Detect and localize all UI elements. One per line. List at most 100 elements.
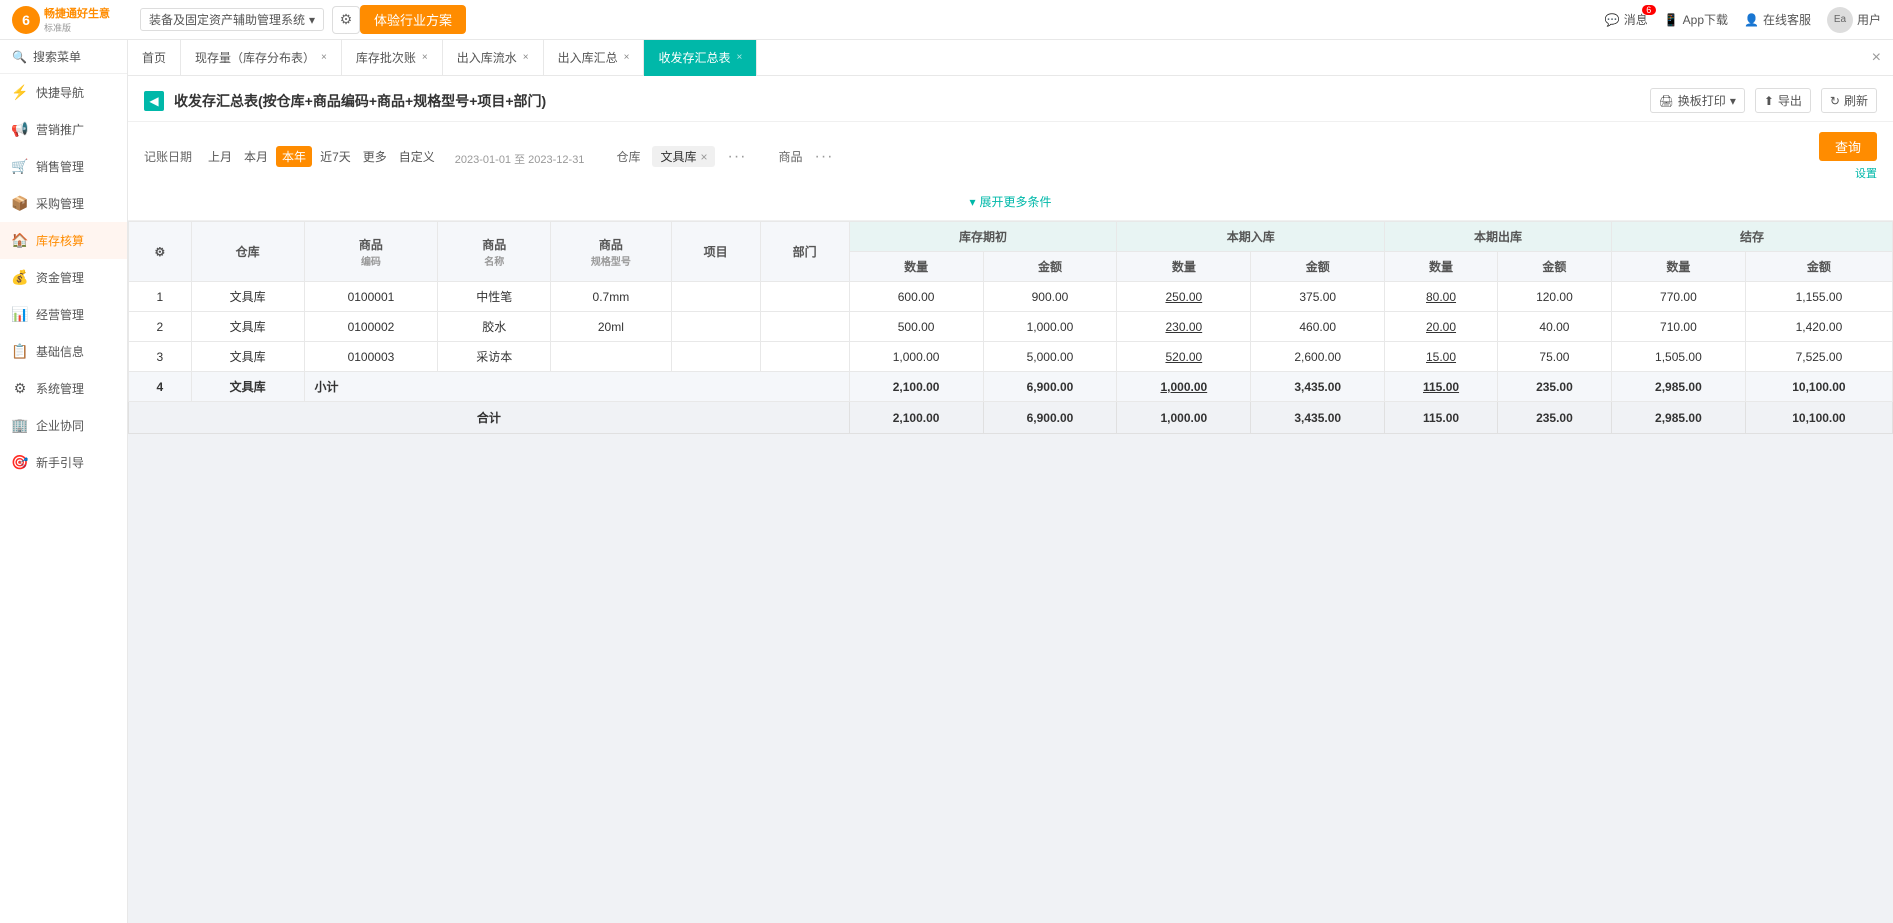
print-btn[interactable]: 🖨 换板打印 ▾ (1650, 88, 1745, 113)
row-in-qty[interactable]: 230.00 (1117, 312, 1251, 342)
tab-close-inventory-dist[interactable]: × (321, 52, 327, 63)
tab-summary[interactable]: 出入库汇总 × (544, 40, 645, 76)
data-table: ⚙ 仓库 商品 编码 商品 名称 (128, 221, 1893, 434)
subtotal-in-qty[interactable]: 1,000.00 (1117, 372, 1251, 402)
warehouse-tag-close[interactable]: × (700, 150, 707, 164)
row-warehouse: 文具库 (191, 312, 304, 342)
tab-home[interactable]: 首页 (128, 40, 181, 76)
tab-inventory-dist[interactable]: 现存量（库存分布表） × (181, 40, 342, 76)
logo-text: 畅捷通好生意 标准版 (44, 5, 110, 34)
tab-batch[interactable]: 库存批次账 × (342, 40, 443, 76)
total-row: 合计 2,100.00 6,900.00 1,000.00 3,435.00 1… (129, 402, 1893, 434)
sidebar-item-new-guide[interactable]: 🎯 新手引导 (0, 444, 127, 481)
date-7-days[interactable]: 近7天 (316, 146, 355, 167)
app-download-btn[interactable]: 📱 App下载 (1664, 11, 1728, 28)
opening-qty-header: 数量 (849, 252, 983, 282)
goods-filter-more[interactable]: ··· (814, 148, 833, 166)
row-out-qty[interactable]: 15.00 (1385, 342, 1498, 372)
group-out-header: 本期出库 (1385, 222, 1612, 252)
avatar: Ea (1827, 7, 1853, 33)
group-in-header: 本期入库 (1117, 222, 1385, 252)
out-amt-header: 金额 (1497, 252, 1611, 282)
tab-flow[interactable]: 出入库流水 × (443, 40, 544, 76)
close-all-tabs[interactable]: × (1860, 49, 1893, 67)
print-chevron-icon: ▾ (1730, 94, 1736, 108)
system-selector[interactable]: 装备及固定资产辅助管理系统 ▾ (140, 8, 324, 31)
tab-close-summary[interactable]: × (624, 52, 630, 63)
col-settings-header[interactable]: ⚙ (129, 222, 192, 282)
warehouse-tag: 文具库 × (652, 146, 715, 167)
row-in-qty[interactable]: 520.00 (1117, 342, 1251, 372)
subtotal-out-qty[interactable]: 115.00 (1385, 372, 1498, 402)
page-content: ◀ 收发存汇总表(按仓库+商品编码+商品+规格型号+项目+部门) 🖨 换板打印 … (128, 76, 1893, 923)
table-settings-icon[interactable]: ⚙ (155, 245, 166, 259)
group-balance-header: 结存 (1611, 222, 1892, 252)
tab-close-batch[interactable]: × (422, 52, 428, 63)
row-bal-amt: 7,525.00 (1745, 342, 1892, 372)
sidebar-item-enterprise[interactable]: 🏢 企业协同 (0, 407, 127, 444)
tabs-bar: 首页 现存量（库存分布表） × 库存批次账 × 出入库流水 × 出入库汇总 × (128, 40, 1893, 76)
filter-row: 记账日期 上月 本月 本年 近7天 更多 自定义 2023-01-01 至 20… (144, 132, 1877, 181)
sidebar-item-basic-info[interactable]: 📋 基础信息 (0, 333, 127, 370)
collapse-btn[interactable]: ◀ (144, 91, 164, 111)
sidebar-item-sales[interactable]: 🛒 销售管理 (0, 148, 127, 185)
tab-close-receive-summary[interactable]: × (736, 52, 742, 63)
sidebar-item-quick-nav[interactable]: ⚡ 快捷导航 (0, 74, 127, 111)
sidebar-search[interactable]: 🔍 搜索菜单 (0, 40, 127, 74)
row-spec: 0.7mm (551, 282, 672, 312)
total-out-amt: 235.00 (1497, 402, 1611, 434)
row-in-amt: 2,600.00 (1251, 342, 1385, 372)
page-inner: ◀ 收发存汇总表(按仓库+商品编码+商品+规格型号+项目+部门) 🖨 换板打印 … (128, 76, 1893, 434)
in-amt-header: 金额 (1251, 252, 1385, 282)
row-name: 胶水 (438, 312, 551, 342)
content-area: 首页 现存量（库存分布表） × 库存批次账 × 出入库流水 × 出入库汇总 × (128, 40, 1893, 923)
expand-filter-btn[interactable]: ▾ 展开更多条件 (969, 193, 1051, 210)
bal-amt-header: 金额 (1745, 252, 1892, 282)
row-in-amt: 375.00 (1251, 282, 1385, 312)
row-project (671, 342, 760, 372)
sidebar-item-operations[interactable]: 📊 经营管理 (0, 296, 127, 333)
warehouse-filter-more[interactable]: ··· (727, 148, 746, 166)
row-out-qty[interactable]: 80.00 (1385, 282, 1498, 312)
goods-label: 商品 (778, 148, 802, 165)
query-btn[interactable]: 查询 (1819, 132, 1877, 161)
basic-info-icon: 📋 (12, 344, 28, 360)
date-last-month[interactable]: 上月 (204, 146, 236, 167)
row-in-qty[interactable]: 250.00 (1117, 282, 1251, 312)
date-range: 2023-01-01 至 2023-12-31 (455, 151, 585, 167)
row-code: 0100003 (304, 342, 438, 372)
row-no: 3 (129, 342, 192, 372)
sidebar-item-marketing[interactable]: 📢 营销推广 (0, 111, 127, 148)
export-btn[interactable]: ⬆ 导出 (1755, 88, 1811, 113)
sidebar-item-finance[interactable]: 💰 资金管理 (0, 259, 127, 296)
row-code: 0100002 (304, 312, 438, 342)
subtotal-row: 4 文具库 小计 2,100.00 6,900.00 1,000.00 3,43… (129, 372, 1893, 402)
date-custom[interactable]: 自定义 (395, 146, 439, 167)
online-service-btn[interactable]: 👤 在线客服 (1744, 11, 1811, 28)
date-this-month[interactable]: 本月 (240, 146, 272, 167)
try-btn[interactable]: 体验行业方案 (360, 5, 466, 34)
sidebar-item-system[interactable]: ⚙ 系统管理 (0, 370, 127, 407)
sidebar-item-inventory[interactable]: 🏠 库存核算 (0, 222, 127, 259)
user-btn[interactable]: Ea 用户 (1827, 7, 1881, 33)
row-open-qty: 500.00 (849, 312, 983, 342)
tab-receive-summary[interactable]: 收发存汇总表 × (644, 40, 757, 76)
col-code-header: 商品 编码 (304, 222, 438, 282)
refresh-btn[interactable]: ↻ 刷新 (1821, 88, 1877, 113)
tab-close-flow[interactable]: × (523, 52, 529, 63)
date-more[interactable]: 更多 (359, 146, 391, 167)
subtotal-warehouse: 文具库 (191, 372, 304, 402)
subtotal-label: 小计 (304, 372, 849, 402)
system-icon: ⚙ (12, 381, 28, 397)
row-name: 采访本 (438, 342, 551, 372)
sidebar-item-purchase[interactable]: 📦 采购管理 (0, 185, 127, 222)
message-btn[interactable]: 💬 消息 6 (1605, 11, 1648, 28)
row-no: 1 (129, 282, 192, 312)
settings-link[interactable]: 设置 (1855, 165, 1877, 181)
export-icon: ⬆ (1764, 94, 1774, 108)
date-this-year[interactable]: 本年 (276, 146, 312, 167)
sales-icon: 🛒 (12, 159, 28, 175)
settings-gear-btn[interactable]: ⚙ (332, 6, 360, 34)
total-open-qty: 2,100.00 (849, 402, 983, 434)
row-out-qty[interactable]: 20.00 (1385, 312, 1498, 342)
